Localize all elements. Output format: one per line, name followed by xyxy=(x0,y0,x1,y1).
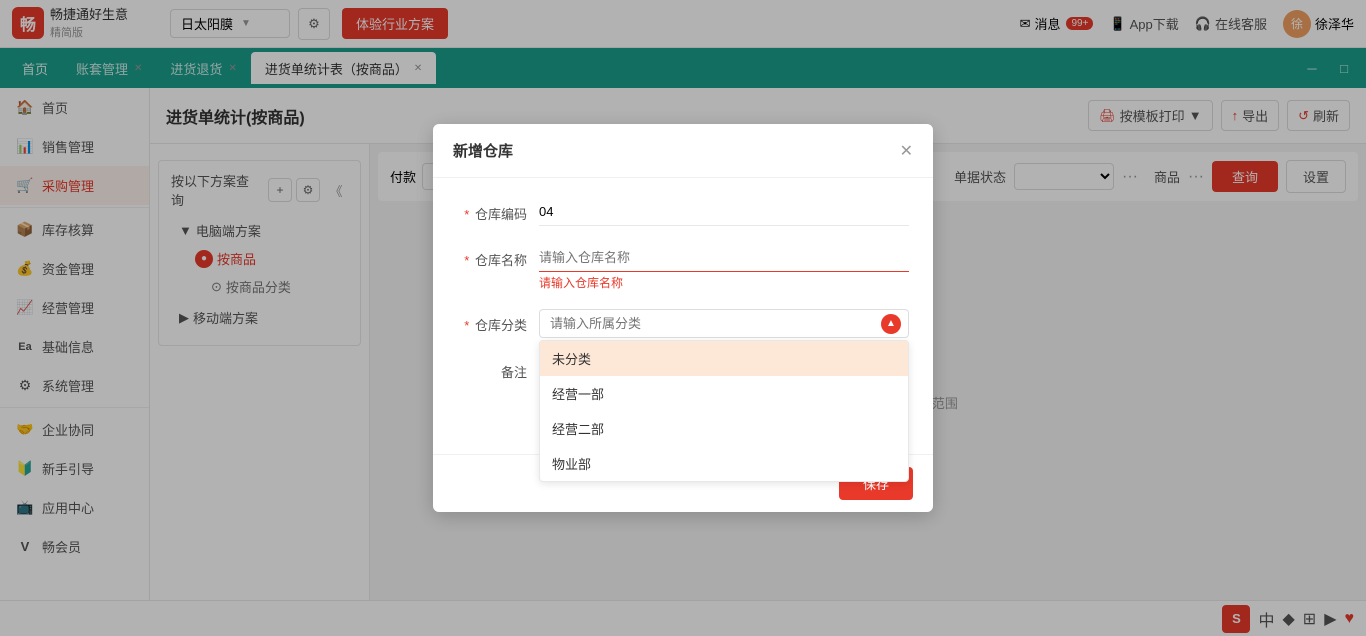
code-input[interactable] xyxy=(539,198,909,226)
modal-title: 新增仓库 xyxy=(453,140,513,161)
category-select-wrapper: ▲ 未分类 经营一部 经营二部 物业部 xyxy=(539,309,909,338)
dropdown-item-dept1[interactable]: 经营一部 xyxy=(540,376,908,411)
note-label: 备注 xyxy=(457,356,527,381)
required-star3: * xyxy=(464,318,469,333)
category-label: * 仓库分类 xyxy=(457,309,527,334)
modal-overlay: 新增仓库 ✕ * 仓库编码 * 仓库名称 xyxy=(0,0,1366,636)
category-dropdown-toggle[interactable]: ▲ xyxy=(881,314,901,334)
dropdown-item-uncategorized[interactable]: 未分类 xyxy=(540,341,908,376)
code-form-row: * 仓库编码 xyxy=(457,198,909,226)
name-input[interactable] xyxy=(539,244,909,272)
required-star: * xyxy=(464,207,469,222)
name-input-wrapper: 请输入仓库名称 xyxy=(539,244,909,291)
modal-body: * 仓库编码 * 仓库名称 请输入仓库名称 xyxy=(433,178,933,454)
category-form-row: * 仓库分类 ▲ 未分类 经营一部 经营二部 物业部 xyxy=(457,309,909,338)
dropdown-item-property[interactable]: 物业部 xyxy=(540,446,908,481)
required-star2: * xyxy=(464,253,469,268)
dropdown-item-dept2[interactable]: 经营二部 xyxy=(540,411,908,446)
code-label: * 仓库编码 xyxy=(457,198,527,223)
category-input[interactable] xyxy=(539,309,909,338)
category-dropdown-list: 未分类 经营一部 经营二部 物业部 xyxy=(539,340,909,482)
modal-close-button[interactable]: ✕ xyxy=(900,141,913,161)
add-warehouse-modal: 新增仓库 ✕ * 仓库编码 * 仓库名称 xyxy=(433,124,933,512)
name-label: * 仓库名称 xyxy=(457,244,527,269)
name-form-row: * 仓库名称 请输入仓库名称 xyxy=(457,244,909,291)
modal-header: 新增仓库 ✕ xyxy=(433,124,933,178)
name-error-text: 请输入仓库名称 xyxy=(539,274,909,291)
code-input-wrapper xyxy=(539,198,909,226)
